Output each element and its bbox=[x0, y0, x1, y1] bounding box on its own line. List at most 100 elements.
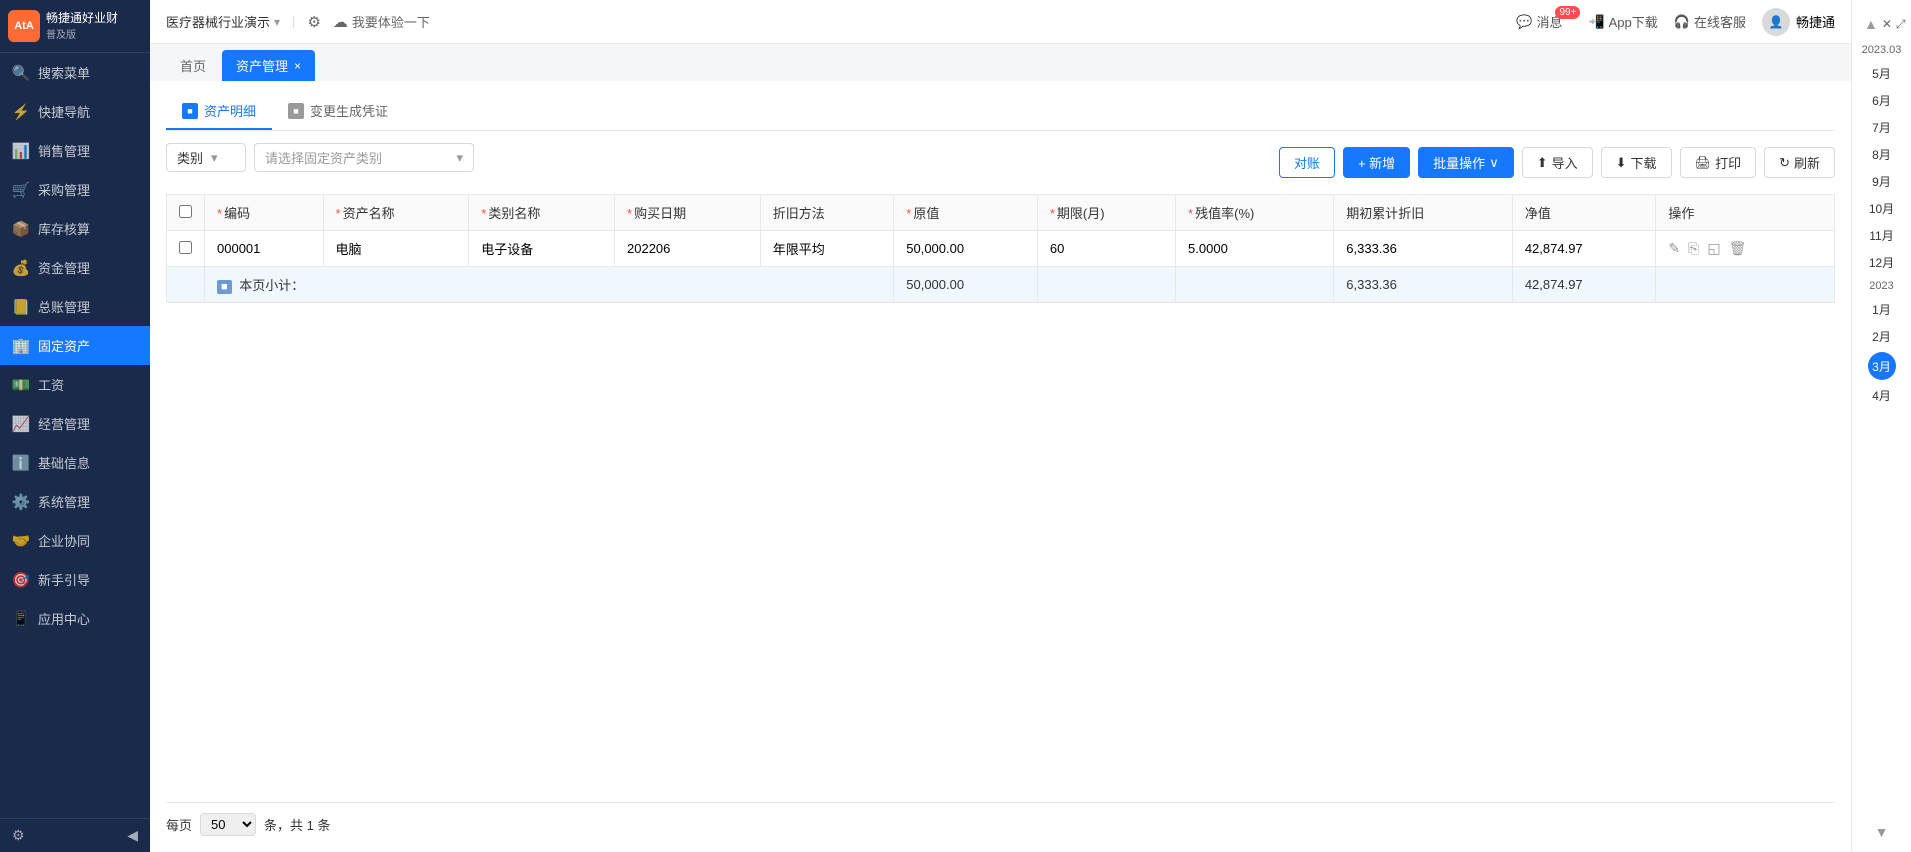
company-selector[interactable]: 医疗器械行业演示 ▾ bbox=[166, 12, 280, 31]
table-header-category: *类别名称 bbox=[469, 195, 615, 231]
download-button[interactable]: ⬇ 下载 bbox=[1601, 147, 1672, 178]
sub-tab-voucher-gen[interactable]: ■ 变更生成凭证 bbox=[272, 93, 404, 130]
sidebar-item-sales[interactable]: 📊 销售管理 bbox=[0, 131, 150, 170]
sidebar-item-app-center[interactable]: 📱 应用中心 bbox=[0, 599, 150, 638]
tab-asset-mgmt[interactable]: 资产管理 × bbox=[222, 50, 315, 81]
settings-icon[interactable]: ⚙ bbox=[12, 827, 25, 844]
month-9[interactable]: 9月 bbox=[1852, 168, 1911, 195]
per-page-select[interactable]: 50 100 200 bbox=[200, 813, 256, 836]
delete-icon[interactable]: 🗑 bbox=[1729, 240, 1747, 257]
online-support-button[interactable]: 🎧 在线客服 bbox=[1674, 12, 1746, 31]
topbar-divider: | bbox=[292, 14, 295, 29]
sidebar-item-purchase[interactable]: 🛒 采购管理 bbox=[0, 170, 150, 209]
message-button[interactable]: 💬 消息 99+ bbox=[1516, 12, 1572, 31]
page-content: ■ 资产明细 ■ 变更生成凭证 类别 ▾ 请选择固定资产类别 bbox=[150, 81, 1851, 852]
sidebar-item-basic-info[interactable]: ℹ️ 基础信息 bbox=[0, 443, 150, 482]
sidebar-item-ledger[interactable]: 📒 总账管理 bbox=[0, 287, 150, 326]
month-4[interactable]: 4月 bbox=[1852, 382, 1911, 409]
download-icon: ⬇ bbox=[1616, 155, 1627, 171]
month-1[interactable]: 1月 bbox=[1852, 296, 1911, 323]
edit-icon[interactable]: ✎ bbox=[1668, 240, 1680, 257]
row-name: 电脑 bbox=[323, 231, 469, 267]
table-header-checkbox[interactable] bbox=[167, 195, 205, 231]
app-download-button[interactable]: 📲 App下载 bbox=[1588, 12, 1657, 31]
sub-tab-asset-detail[interactable]: ■ 资产明细 bbox=[166, 93, 272, 130]
print-label: 打印 bbox=[1715, 153, 1741, 172]
month-3-active[interactable]: 3月 bbox=[1868, 352, 1896, 380]
collapse-icon[interactable]: ◀ bbox=[127, 827, 138, 844]
settings-button[interactable]: ⚙ bbox=[307, 13, 320, 31]
batch-button[interactable]: 批量操作 ∨ bbox=[1418, 147, 1514, 178]
print-button[interactable]: 🖨 打印 bbox=[1680, 147, 1757, 178]
sidebar-item-label: 快捷导航 bbox=[38, 102, 90, 121]
month-5[interactable]: 5月 bbox=[1852, 60, 1911, 87]
sidebar-item-inventory[interactable]: 📦 库存核算 bbox=[0, 209, 150, 248]
panel-expand-icon[interactable]: ⤢ bbox=[1896, 17, 1906, 32]
sidebar-item-payroll[interactable]: 💵 工资 bbox=[0, 365, 150, 404]
sidebar-item-fixed-assets[interactable]: 🏢 固定资产 bbox=[0, 326, 150, 365]
sidebar-item-label: 新手引导 bbox=[38, 570, 90, 589]
user-profile[interactable]: 👤 畅捷通 bbox=[1762, 8, 1835, 36]
copy-icon[interactable]: ⎘ bbox=[1688, 240, 1699, 257]
sub-tab-asset-detail-label: 资产明细 bbox=[204, 101, 256, 120]
month-2[interactable]: 2月 bbox=[1852, 323, 1911, 350]
panel-down-icon[interactable]: ▼ bbox=[1871, 820, 1893, 844]
row-checkbox-cell[interactable] bbox=[167, 231, 205, 267]
duplicate-icon[interactable]: ◱ bbox=[1707, 240, 1720, 257]
table-header-code: *编码 bbox=[205, 195, 324, 231]
current-year-label: 2023 bbox=[1852, 276, 1911, 296]
category-filter-label: 类别 bbox=[177, 148, 203, 167]
category-filter[interactable]: 类别 ▾ bbox=[166, 143, 246, 172]
assets-table: *编码 *资产名称 *类别名称 *购买日期 折旧方法 *原值 *期限(月) *残… bbox=[166, 194, 1835, 303]
table-header-residual-rate: *残值率(%) bbox=[1176, 195, 1334, 231]
tabs-bar: 首页 资产管理 × bbox=[150, 44, 1851, 81]
month-12[interactable]: 12月 bbox=[1852, 249, 1911, 276]
month-11[interactable]: 11月 bbox=[1852, 222, 1911, 249]
table-header-name: *资产名称 bbox=[323, 195, 469, 231]
import-icon: ⬆ bbox=[1537, 155, 1548, 171]
sidebar-logo: AtA 畅捷通好业财 普及版 bbox=[0, 0, 150, 53]
month-7[interactable]: 7月 bbox=[1852, 114, 1911, 141]
row-period: 60 bbox=[1037, 231, 1175, 267]
sidebar-item-quick-nav[interactable]: ⚡ 快捷导航 bbox=[0, 92, 150, 131]
sidebar-item-search[interactable]: 🔍 搜索菜单 bbox=[0, 53, 150, 92]
subtotal-period bbox=[1037, 267, 1175, 303]
refresh-button[interactable]: ↻ 刷新 bbox=[1764, 147, 1835, 178]
sidebar-item-system[interactable]: ⚙️ 系统管理 bbox=[0, 482, 150, 521]
row-checkbox[interactable] bbox=[179, 241, 192, 254]
pagination: 每页 50 100 200 条，共 1 条 bbox=[166, 802, 1835, 840]
month-10[interactable]: 10月 bbox=[1852, 195, 1911, 222]
month-8[interactable]: 8月 bbox=[1852, 141, 1911, 168]
panel-up-icon[interactable]: ▲ bbox=[1860, 12, 1882, 36]
row-accum-depr: 6,333.36 bbox=[1334, 231, 1513, 267]
sidebar-item-label: 固定资产 bbox=[38, 336, 90, 355]
sidebar-item-enterprise[interactable]: 🤝 企业协同 bbox=[0, 521, 150, 560]
table-header-accum-depr: 期初累计折旧 bbox=[1334, 195, 1513, 231]
subtotal-actions bbox=[1656, 267, 1835, 303]
panel-close-icon[interactable]: ✕ bbox=[1882, 17, 1892, 32]
import-button[interactable]: ⬆ 导入 bbox=[1522, 147, 1593, 178]
right-panel-controls: ✕ ⤢ bbox=[1882, 17, 1906, 32]
reconcile-button[interactable]: 对账 bbox=[1279, 147, 1335, 178]
sidebar-item-operations[interactable]: 📈 经营管理 bbox=[0, 404, 150, 443]
category-input[interactable]: 请选择固定资产类别 ▾ bbox=[254, 143, 474, 172]
support-icon: 🎧 bbox=[1674, 14, 1690, 30]
experience-button[interactable]: ☁ 我要体验一下 bbox=[333, 12, 430, 31]
category-input-placeholder: 请选择固定资产类别 bbox=[265, 148, 382, 167]
new-label: + 新增 bbox=[1358, 153, 1395, 172]
app-logo-icon: AtA bbox=[8, 10, 40, 42]
subtotal-accum-depr: 6,333.36 bbox=[1334, 267, 1513, 303]
category-input-arrow: ▾ bbox=[456, 150, 463, 166]
sidebar-item-guide[interactable]: 🎯 新手引导 bbox=[0, 560, 150, 599]
right-panel-top-row: ▲ ✕ ⤢ bbox=[1852, 8, 1911, 40]
tab-close-icon[interactable]: × bbox=[294, 59, 301, 73]
tab-home[interactable]: 首页 bbox=[166, 50, 220, 81]
refresh-icon: ↻ bbox=[1779, 155, 1790, 171]
sidebar-item-funds[interactable]: 💰 资金管理 bbox=[0, 248, 150, 287]
sidebar-item-label: 总账管理 bbox=[38, 297, 90, 316]
month-6[interactable]: 6月 bbox=[1852, 87, 1911, 114]
select-all-checkbox[interactable] bbox=[179, 205, 192, 218]
row-code: 000001 bbox=[205, 231, 324, 267]
new-button[interactable]: + 新增 bbox=[1343, 147, 1410, 178]
panel-year-label: 2023.03 bbox=[1852, 40, 1911, 60]
